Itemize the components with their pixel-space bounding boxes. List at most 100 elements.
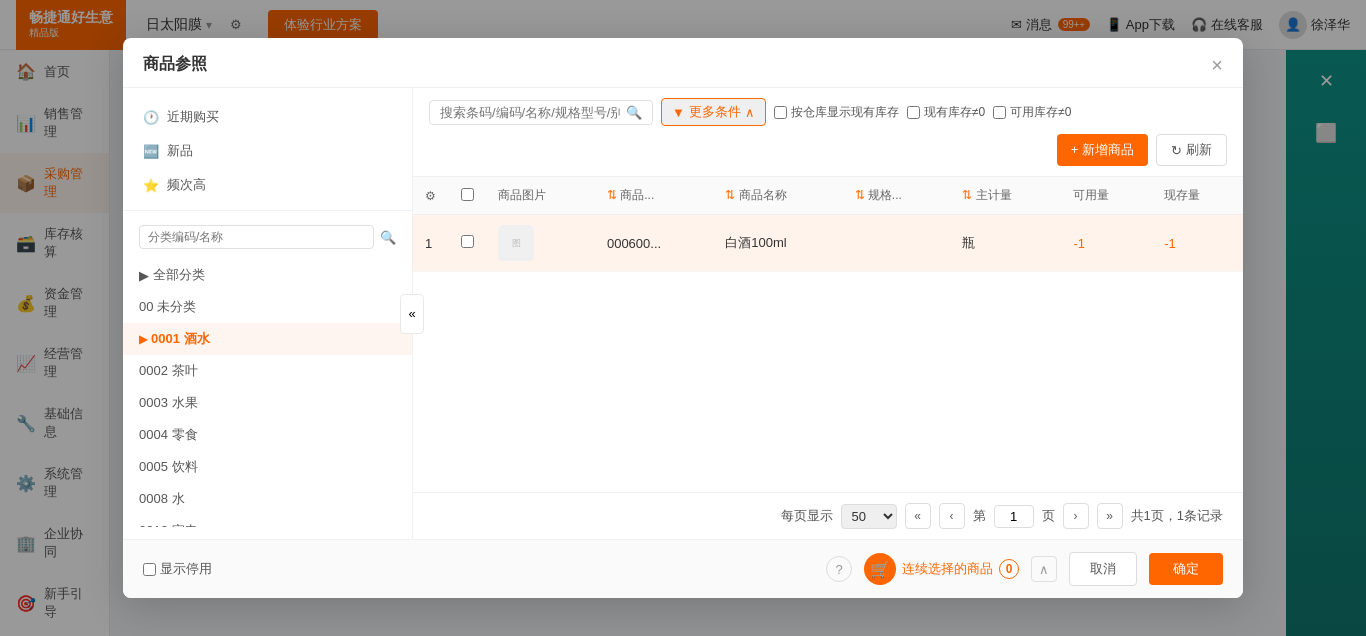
- filter-icon: ▼: [672, 105, 685, 120]
- confirm-btn[interactable]: 确定: [1149, 553, 1223, 585]
- add-product-btn[interactable]: + 新增商品: [1057, 134, 1148, 166]
- page-input[interactable]: [994, 505, 1034, 528]
- display-disabled-checkbox[interactable]: 显示停用: [143, 560, 212, 578]
- table-toolbar: 🔍 ▼ 更多条件 ∧ 按仓库显示现有库存 现有库存≠0 可用库存≠0: [413, 88, 1243, 177]
- sort-icon-unit: ⇅: [962, 188, 972, 202]
- page-suffix: 页: [1042, 507, 1055, 525]
- row-spec: [843, 215, 951, 272]
- nav-recent[interactable]: 🕐 近期购买: [123, 100, 412, 134]
- row-checkbox[interactable]: [461, 235, 474, 248]
- checkbox-available-nonzero-input[interactable]: [993, 106, 1006, 119]
- modal-right-panel: 🔍 ▼ 更多条件 ∧ 按仓库显示现有库存 现有库存≠0 可用库存≠0: [413, 88, 1243, 539]
- first-page-btn[interactable]: «: [905, 503, 931, 529]
- col-spec[interactable]: ⇅ 规格...: [843, 177, 951, 215]
- category-all[interactable]: ▶ 全部分类: [123, 259, 412, 291]
- toolbar-right-actions: + 新增商品 ↻ 刷新: [1057, 134, 1227, 166]
- nav-new[interactable]: 🆕 新品: [123, 134, 412, 168]
- category-search-icon[interactable]: 🔍: [380, 230, 396, 245]
- prev-page-btn[interactable]: ‹: [939, 503, 965, 529]
- filter-arrow-icon: ∧: [745, 105, 755, 120]
- checkbox-warehouse-stock[interactable]: 按仓库显示现有库存: [774, 104, 899, 121]
- modal-left-panel: 🕐 近期购买 🆕 新品 ⭐ 频次高 🔍 ▶: [123, 88, 413, 539]
- category-search-row: 🔍: [123, 219, 412, 259]
- checkbox-warehouse-input[interactable]: [774, 106, 787, 119]
- category-search-input[interactable]: [139, 225, 374, 249]
- cart-btn[interactable]: 🛒 连续选择的商品 0: [864, 553, 1019, 585]
- category-active-arrow: ▶: [139, 333, 147, 346]
- sort-icon-spec: ⇅: [855, 188, 865, 202]
- checkbox-stock-nonzero-input[interactable]: [907, 106, 920, 119]
- collapse-left-icon: «: [408, 306, 415, 321]
- new-icon: 🆕: [143, 144, 159, 159]
- table-row[interactable]: 1 图 000600... 白酒100ml: [413, 215, 1243, 272]
- refresh-icon: ↻: [1171, 143, 1182, 158]
- col-code[interactable]: ⇅ 商品...: [595, 177, 713, 215]
- page-label: 第: [973, 507, 986, 525]
- checkbox-stock-nonzero[interactable]: 现有库存≠0: [907, 104, 985, 121]
- row-checkbox-cell[interactable]: [449, 215, 486, 272]
- checkbox-available-nonzero[interactable]: 可用库存≠0: [993, 104, 1071, 121]
- up-arrow-icon: ∧: [1039, 562, 1049, 577]
- cart-icon: 🛒: [864, 553, 896, 585]
- product-image: 图: [498, 225, 534, 261]
- modal-close-btn[interactable]: ×: [1211, 55, 1223, 75]
- cancel-btn[interactable]: 取消: [1069, 552, 1137, 586]
- table-settings-icon[interactable]: ⚙: [425, 189, 436, 203]
- col-unit[interactable]: ⇅ 主计量: [950, 177, 1061, 215]
- category-0010[interactable]: 0010 家电: [123, 515, 412, 527]
- category-0008[interactable]: 0008 水: [123, 483, 412, 515]
- next-page-btn[interactable]: ›: [1063, 503, 1089, 529]
- sort-icon: ⇅: [607, 188, 617, 202]
- row-available: -1: [1061, 215, 1152, 272]
- col-settings[interactable]: ⚙: [413, 177, 449, 215]
- col-stock: 现存量: [1152, 177, 1243, 215]
- col-available[interactable]: 可用量: [1061, 177, 1152, 215]
- modal-body: 🕐 近期购买 🆕 新品 ⭐ 频次高 🔍 ▶: [123, 88, 1243, 539]
- per-page-label: 每页显示: [781, 507, 833, 525]
- sort-icon-name: ⇅: [725, 188, 735, 202]
- refresh-btn[interactable]: ↻ 刷新: [1156, 134, 1227, 166]
- category-0003[interactable]: 0003 水果: [123, 387, 412, 419]
- category-list: ▶ 全部分类 00 未分类 ▶ 0001 酒水 0002 茶叶 0003 水果: [123, 259, 412, 527]
- select-all-checkbox[interactable]: [461, 188, 474, 201]
- product-table: ⚙ 商品图片 ⇅ 商品... ⇅ 商品名称: [413, 177, 1243, 272]
- modal-title: 商品参照: [143, 54, 207, 75]
- category-0005[interactable]: 0005 饮料: [123, 451, 412, 483]
- quick-nav: 🕐 近期购买 🆕 新品 ⭐ 频次高: [123, 100, 412, 202]
- nav-frequent[interactable]: ⭐ 频次高: [123, 168, 412, 202]
- product-search-input[interactable]: [440, 105, 620, 120]
- all-categories-arrow: ▶: [139, 268, 149, 283]
- product-search-bar: 🔍: [429, 100, 653, 125]
- help-btn[interactable]: ?: [826, 556, 852, 582]
- footer-collapse-btn[interactable]: ∧: [1031, 556, 1057, 582]
- col-name[interactable]: ⇅ 商品名称: [713, 177, 842, 215]
- modal-header: 商品参照 ×: [123, 38, 1243, 88]
- category-0002[interactable]: 0002 茶叶: [123, 355, 412, 387]
- row-name: 白酒100ml: [713, 215, 842, 272]
- row-index: 1: [413, 215, 449, 272]
- row-unit: 瓶: [950, 215, 1061, 272]
- total-info: 共1页，1条记录: [1131, 507, 1223, 525]
- row-stock: -1: [1152, 215, 1243, 272]
- col-checkbox[interactable]: [449, 177, 486, 215]
- category-00[interactable]: 00 未分类: [123, 291, 412, 323]
- category-0004[interactable]: 0004 零食: [123, 419, 412, 451]
- divider: [123, 210, 412, 211]
- footer-left: 显示停用: [143, 560, 212, 578]
- collapse-panel-btn[interactable]: «: [400, 294, 424, 334]
- last-page-btn[interactable]: »: [1097, 503, 1123, 529]
- product-table-wrapper: ⚙ 商品图片 ⇅ 商品... ⇅ 商品名称: [413, 177, 1243, 492]
- search-icon[interactable]: 🔍: [626, 105, 642, 120]
- row-code: 000600...: [595, 215, 713, 272]
- per-page-select[interactable]: 50 10 20 100: [841, 504, 897, 529]
- more-filter-btn[interactable]: ▼ 更多条件 ∧: [661, 98, 766, 126]
- category-0001[interactable]: ▶ 0001 酒水: [123, 323, 412, 355]
- clock-icon: 🕐: [143, 110, 159, 125]
- pagination: 每页显示 50 10 20 100 « ‹ 第 页 › » 共1页，1条记录: [413, 492, 1243, 539]
- star-icon: ⭐: [143, 178, 159, 193]
- modal-footer: 显示停用 ? 🛒 连续选择的商品 0 ∧ 取消 确定: [123, 539, 1243, 598]
- display-disabled-input[interactable]: [143, 563, 156, 576]
- product-reference-modal: 商品参照 × 🕐 近期购买 🆕 新品 ⭐ 频次高: [123, 38, 1243, 598]
- col-image: 商品图片: [486, 177, 595, 215]
- footer-right: ? 🛒 连续选择的商品 0 ∧ 取消 确定: [826, 552, 1223, 586]
